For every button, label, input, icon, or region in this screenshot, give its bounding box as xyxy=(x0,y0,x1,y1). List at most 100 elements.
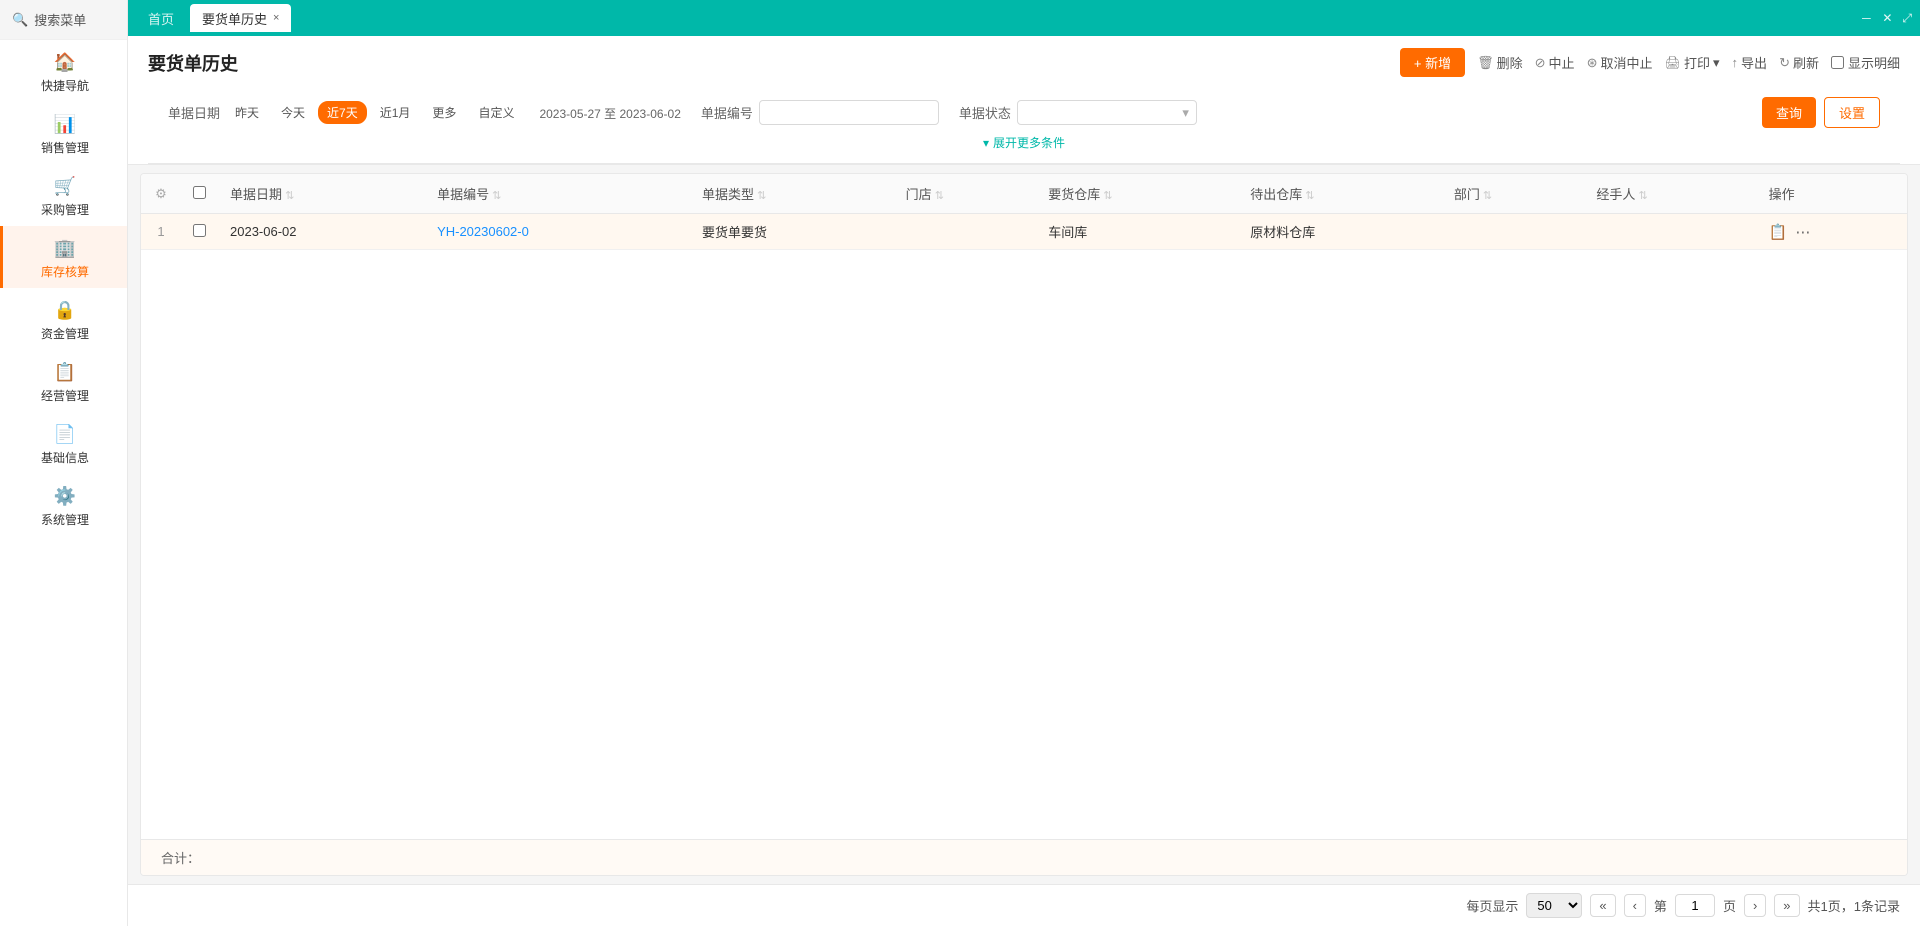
current-page-input[interactable] xyxy=(1675,894,1715,917)
cell-date: 2023-06-02 xyxy=(218,214,425,250)
sales-icon: 📊 xyxy=(54,114,76,135)
cell-pending-warehouse: 原材料仓库 xyxy=(1238,214,1442,250)
cell-bill-no: YH-20230602-0 xyxy=(425,214,690,250)
sidebar-item-inventory[interactable]: 🏢 库存核算 xyxy=(0,226,127,288)
sidebar-item-operation[interactable]: 📋 经营管理 xyxy=(0,350,127,412)
cell-store xyxy=(894,214,1037,250)
purchase-icon: 🛒 xyxy=(54,176,76,197)
page-size-label: 每页显示 xyxy=(1466,896,1518,915)
window-close-icon[interactable]: ✕ xyxy=(1882,11,1892,25)
row-checkbox xyxy=(181,214,218,250)
table-footer: 合计： xyxy=(141,839,1907,875)
col-handler[interactable]: 经手人 xyxy=(1584,174,1756,214)
sidebar-item-sales[interactable]: 📊 销售管理 xyxy=(0,102,127,164)
date-label: 单据日期 xyxy=(168,103,220,122)
table-header-row: ⚙ 单据日期 单据编号 单据类型 门店 要货仓库 待出仓库 部门 经手人 操作 xyxy=(141,174,1907,214)
bill-no-link[interactable]: YH-20230602-0 xyxy=(437,224,529,239)
cell-action: 📋 ⋯ xyxy=(1757,214,1907,250)
page-title: 要货单历史 xyxy=(148,50,238,76)
page-title-row: 要货单历史 + 新增 🗑 删除 ⊘ 中止 ⊛ 取消中止 xyxy=(148,48,1900,77)
col-settings[interactable]: ⚙ xyxy=(141,174,181,214)
sidebar-item-quick-nav[interactable]: 🏠 快捷导航 xyxy=(0,40,127,102)
tab-bar: 首页 要货单历史 × － ✕ ⤢ xyxy=(128,0,1920,36)
page-info: 共1页，1条记录 xyxy=(1808,896,1900,915)
next-page-btn[interactable]: › xyxy=(1744,894,1766,917)
sidebar-item-system[interactable]: ⚙️ 系统管理 xyxy=(0,474,127,536)
page-label-end: 页 xyxy=(1723,896,1736,915)
cancel-suspend-button[interactable]: ⊛ 取消中止 xyxy=(1587,53,1653,72)
page-header: 要货单历史 + 新增 🗑 删除 ⊘ 中止 ⊛ 取消中止 xyxy=(128,36,1920,165)
sidebar-item-finance[interactable]: 🔒 资金管理 xyxy=(0,288,127,350)
display-detail-checkbox[interactable] xyxy=(1831,56,1844,69)
col-checkbox xyxy=(181,174,218,214)
status-label: 单据状态 xyxy=(959,103,1011,122)
print-icon: 🖨 xyxy=(1664,55,1681,71)
page-label-start: 第 xyxy=(1654,896,1667,915)
date-range-text: 2023-05-27 至 2023-06-02 xyxy=(539,105,680,122)
col-bill-no[interactable]: 单据编号 xyxy=(425,174,690,214)
col-bill-type[interactable]: 单据类型 xyxy=(690,174,894,214)
tab-bill-history[interactable]: 要货单历史 × xyxy=(190,4,291,32)
last-page-btn[interactable]: » xyxy=(1774,894,1799,917)
cell-dept xyxy=(1442,214,1585,250)
date-btn-1month[interactable]: 近1月 xyxy=(371,101,420,124)
date-filter: 单据日期 昨天 今天 近7天 近1月 更多 自定义 2023-05-27 至 2… xyxy=(168,101,681,124)
window-minimize-icon[interactable]: － xyxy=(1860,10,1872,27)
date-btn-more[interactable]: 更多 xyxy=(423,101,465,124)
col-pending-warehouse[interactable]: 待出仓库 xyxy=(1238,174,1442,214)
new-button[interactable]: + 新增 xyxy=(1400,48,1465,77)
tab-bar-right: － ✕ ⤢ xyxy=(1860,10,1912,27)
refresh-button[interactable]: ↻ 刷新 xyxy=(1779,53,1819,72)
bill-no-input[interactable] xyxy=(759,100,939,125)
bill-no-label: 单据编号 xyxy=(701,103,753,122)
prev-page-btn[interactable]: ‹ xyxy=(1624,894,1646,917)
window-expand-icon[interactable]: ⤢ xyxy=(1902,11,1912,26)
cell-warehouse: 车间库 xyxy=(1036,214,1238,250)
first-page-btn[interactable]: « xyxy=(1590,894,1615,917)
inventory-icon: 🏢 xyxy=(54,238,76,259)
col-store[interactable]: 门店 xyxy=(894,174,1037,214)
action-buttons: 查询 设置 xyxy=(1762,97,1880,128)
pagination-bar: 每页显示 50 10 20 100 « ‹ 第 页 › » 共1页，1条记录 xyxy=(128,884,1920,926)
filter-area: 单据日期 昨天 今天 近7天 近1月 更多 自定义 2023-05-27 至 2… xyxy=(148,87,1900,164)
status-select-wrapper xyxy=(1017,100,1197,125)
export-button[interactable]: ↑ 导出 xyxy=(1732,53,1768,72)
col-warehouse[interactable]: 要货仓库 xyxy=(1036,174,1238,214)
page-size-select[interactable]: 50 10 20 100 xyxy=(1526,893,1582,918)
expand-icon: ▾ xyxy=(983,136,989,150)
print-button[interactable]: 🖨 打印 ▾ xyxy=(1664,53,1719,72)
sidebar-item-purchase[interactable]: 🛒 采购管理 xyxy=(0,164,127,226)
sidebar: 🔍 搜索菜单 🏠 快捷导航 📊 销售管理 🛒 采购管理 🏢 库存核算 🔒 资金管… xyxy=(0,0,128,926)
query-button[interactable]: 查询 xyxy=(1762,97,1816,128)
tab-home[interactable]: 首页 xyxy=(136,4,186,32)
col-action: 操作 xyxy=(1757,174,1907,214)
display-detail-toggle[interactable]: 显示明细 xyxy=(1831,53,1900,72)
select-all-checkbox[interactable] xyxy=(193,186,206,199)
table-row: 1 2023-06-02 YH-20230602-0 要货单要货 车间库 原材料… xyxy=(141,214,1907,250)
filter-row: 单据日期 昨天 今天 近7天 近1月 更多 自定义 2023-05-27 至 2… xyxy=(168,97,1880,128)
sidebar-item-basic[interactable]: 📄 基础信息 xyxy=(0,412,127,474)
status-select[interactable] xyxy=(1017,100,1197,125)
date-btn-today[interactable]: 今天 xyxy=(272,101,314,124)
date-btn-yesterday[interactable]: 昨天 xyxy=(226,101,268,124)
main-area: 首页 要货单历史 × － ✕ ⤢ 要货单历史 + 新增 🗑 删除 xyxy=(128,0,1920,926)
tab-close-icon[interactable]: × xyxy=(273,12,279,24)
delete-button[interactable]: 🗑 删除 xyxy=(1477,53,1523,72)
cell-bill-type: 要货单要货 xyxy=(690,214,894,250)
delete-icon: 🗑 xyxy=(1477,55,1494,71)
content-area: 要货单历史 + 新增 🗑 删除 ⊘ 中止 ⊛ 取消中止 xyxy=(128,36,1920,926)
view-icon[interactable]: 📋 xyxy=(1769,223,1788,241)
settings-button[interactable]: 设置 xyxy=(1824,97,1880,128)
row-select-checkbox[interactable] xyxy=(193,224,206,237)
expand-more-btn[interactable]: ▾ 展开更多条件 xyxy=(168,128,1880,153)
finance-icon: 🔒 xyxy=(54,300,76,321)
date-btn-custom[interactable]: 自定义 xyxy=(469,101,523,124)
search-menu[interactable]: 🔍 搜索菜单 xyxy=(0,0,127,40)
more-icon[interactable]: ⋯ xyxy=(1795,223,1810,241)
col-dept[interactable]: 部门 xyxy=(1442,174,1585,214)
suspend-button[interactable]: ⊘ 中止 xyxy=(1535,53,1575,72)
date-btn-7days[interactable]: 近7天 xyxy=(318,101,367,124)
action-icons: 📋 ⋯ xyxy=(1769,223,1895,241)
col-date[interactable]: 单据日期 xyxy=(218,174,425,214)
system-icon: ⚙️ xyxy=(54,486,76,507)
